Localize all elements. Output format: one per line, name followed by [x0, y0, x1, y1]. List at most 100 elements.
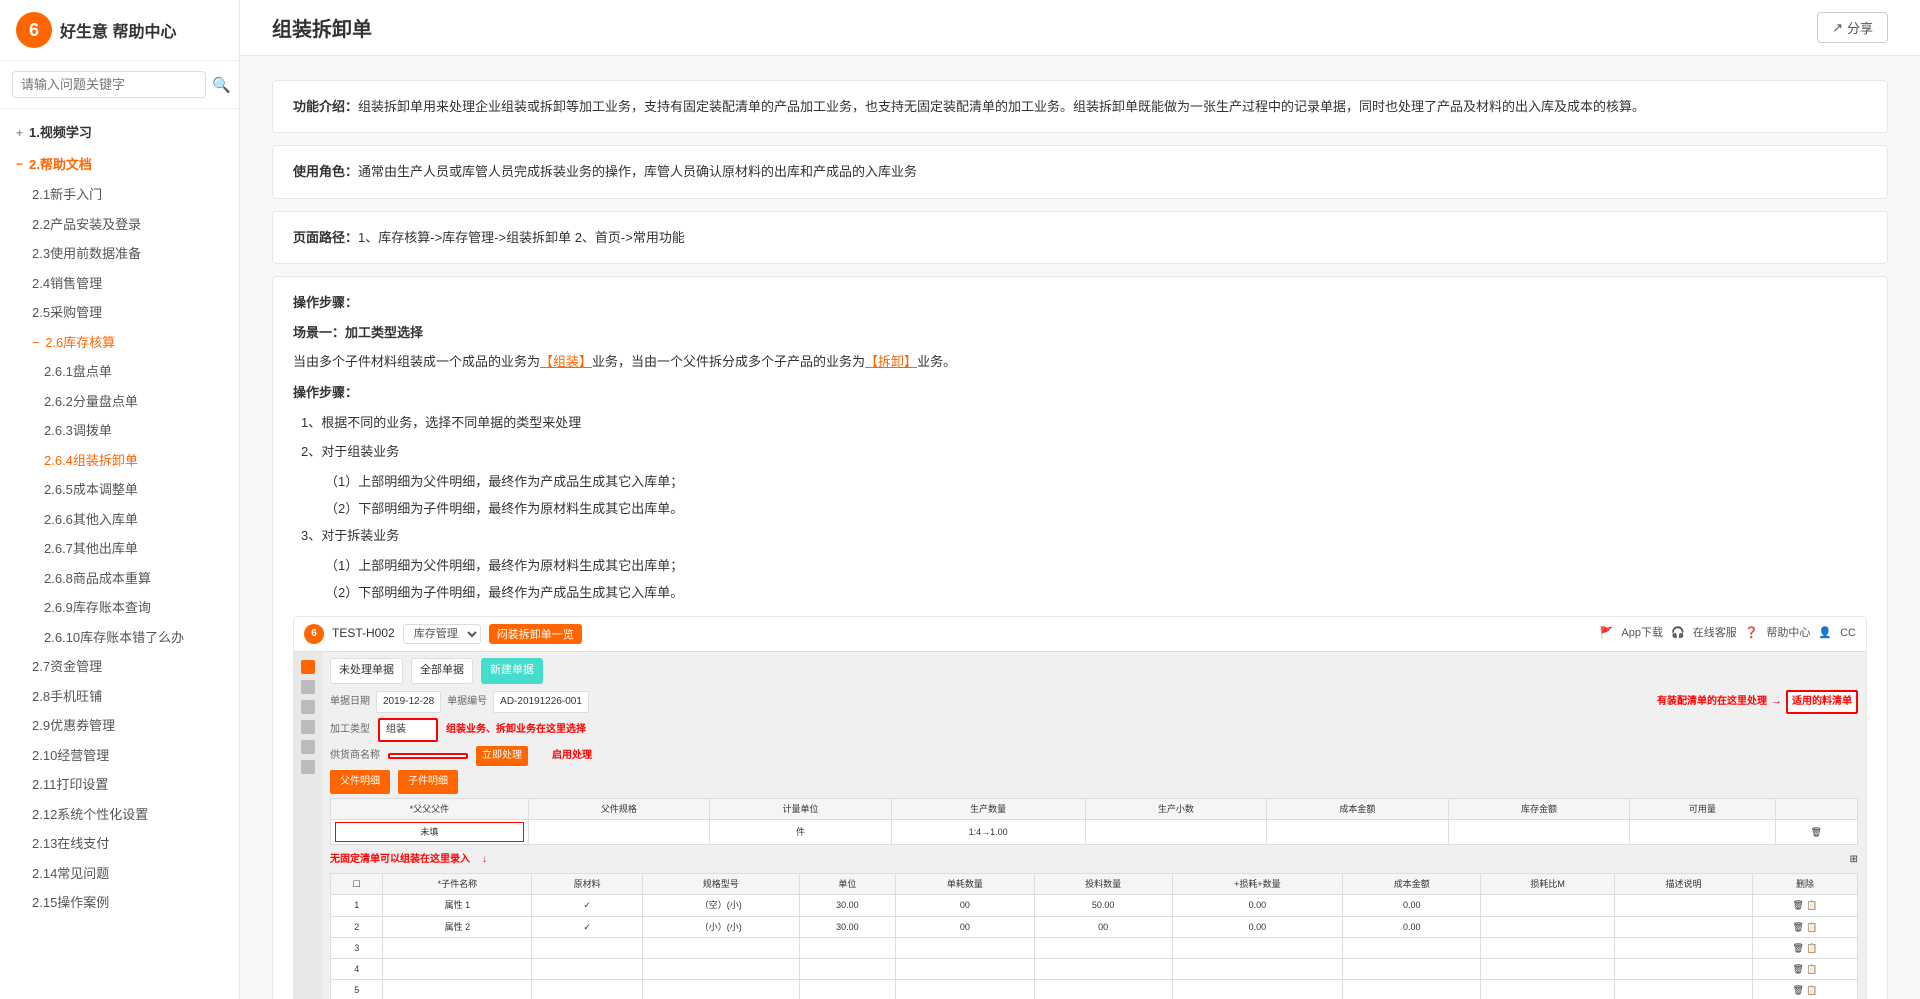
mock-date-label: 单据日期	[330, 693, 370, 711]
share-button[interactable]: ↗ 分享	[1817, 12, 1888, 43]
annotation1-arrow: →	[1771, 692, 1782, 712]
sidebar-item-inventory[interactable]: − 2.6库存核算	[0, 328, 239, 358]
mock-nav-icon-5[interactable]	[301, 740, 315, 754]
annotation2-text: 组装业务、拆卸业务在这里选择	[446, 721, 586, 739]
mock-bom-btn[interactable]: 适用的料清单	[1786, 690, 1858, 714]
mock-enable-btn[interactable]: 立即处理	[476, 746, 528, 766]
mock-header-icons: 🚩 App下载 🎧 在线客服 ❓ 帮助中心 👤 CC	[1600, 624, 1856, 644]
mock-td-spec	[528, 820, 710, 845]
mock-type-label: 加工类型	[330, 721, 370, 739]
annotation4-text: 无固定清单可以组装在这里录入	[330, 851, 470, 869]
mock-td-cost	[1267, 820, 1449, 845]
mock-td-qty[interactable]: 1:4→1.00	[891, 820, 1085, 845]
annotation1-text: 有装配清单的在这里处理	[1657, 693, 1767, 711]
role-text: 通常由生产人员或库管人员完成拆装业务的操作，库管人员确认原材料的出库和产成品的入…	[358, 164, 917, 179]
steps-block: 操作步骤： 场景一：加工类型选择 当由多个子件材料组装成一个成品的业务为【组装】…	[272, 276, 1888, 999]
mock-app-bar: 6 TEST-H002 库存管理 闷装拆卸单一览 🚩 App下载 🎧 在线客服 …	[294, 617, 1866, 652]
sidebar-item-capital[interactable]: 2.7资金管理	[0, 652, 239, 682]
mock-main-area: 未处理单据 全部单据 新建单据 单据日期 2019-12-28 单据编号	[294, 652, 1866, 999]
mock-td-name[interactable]: 未填	[331, 820, 529, 845]
plus-icon: +	[16, 124, 23, 142]
mock-no-val[interactable]: AD-20191226-001	[493, 691, 589, 713]
mock-supplier-val[interactable]	[388, 753, 468, 759]
mock-module-select[interactable]: 库存管理	[403, 624, 481, 644]
table-row: 5🗑 📋	[331, 980, 1858, 999]
sidebar-item-help[interactable]: − 2.帮助文档	[0, 149, 239, 181]
mock-nav-icon-6[interactable]	[301, 760, 315, 774]
mock-nav-icon-2[interactable]	[301, 680, 315, 694]
mock-help-icon: ❓	[1745, 624, 1759, 644]
step2: 2、对于组装业务	[301, 440, 1867, 463]
mock-th-7: 库存金额	[1448, 798, 1630, 819]
sidebar-item-video[interactable]: + 1.视频学习	[0, 117, 239, 149]
mock-flag-icon: 🚩	[1600, 624, 1614, 644]
sidebar-item-voucher[interactable]: 2.9优惠券管理	[0, 711, 239, 741]
mock-avatar: 👤	[1818, 624, 1832, 644]
mock-expand-icon[interactable]: ⊞	[1850, 851, 1858, 869]
mock-new-btn[interactable]: 闷装拆卸单一览	[489, 624, 582, 644]
mock-cth-9: 损耗比M	[1481, 874, 1615, 895]
mock-screenshot: 6 TEST-H002 库存管理 闷装拆卸单一览 🚩 App下载 🎧 在线客服 …	[294, 617, 1866, 999]
sidebar-item-mobile[interactable]: 2.8手机旺铺	[0, 682, 239, 712]
mock-tab-create[interactable]: 未处理单据	[330, 658, 403, 684]
minus-icon: −	[16, 155, 23, 173]
mock-nav-icon-3[interactable]	[301, 700, 315, 714]
mock-help-text: 帮助中心	[1766, 624, 1810, 644]
sidebar-item-online-pay[interactable]: 2.13在线支付	[0, 829, 239, 859]
step3-2: （2）下部明细为子件明细，最终作为产成品生成其它入库单。	[325, 581, 1867, 604]
mock-cth-4: 单位	[799, 874, 896, 895]
sidebar-item-install[interactable]: 2.2产品安装及登录	[0, 210, 239, 240]
sidebar-item-split-stocktake[interactable]: 2.6.2分量盘点单	[0, 387, 239, 417]
mock-nav-icon-4[interactable]	[301, 720, 315, 734]
mock-tab-all[interactable]: 全部单据	[411, 658, 473, 684]
sidebar-item-sales[interactable]: 2.4销售管理	[0, 269, 239, 299]
mock-logo: 6	[304, 624, 324, 644]
mock-cth-7: +损耗+数量	[1172, 874, 1342, 895]
mock-th-5: 生产小数	[1085, 798, 1267, 819]
mock-sidebar-icons	[294, 652, 322, 999]
mock-td-action[interactable]: 🗑	[1775, 820, 1857, 845]
sidebar-item-prepare[interactable]: 2.3使用前数据准备	[0, 239, 239, 269]
search-input[interactable]	[12, 71, 206, 98]
mock-child-table: ☐ *子件名称 原材料 规格型号 单位 单耗数量 投料数量 +损耗+数量 成本金	[330, 873, 1858, 999]
sidebar-item-cases[interactable]: 2.15操作案例	[0, 888, 239, 918]
sidebar-item-newbie[interactable]: 2.1新手入门	[0, 180, 239, 210]
mock-th-2: 父件规格	[528, 798, 710, 819]
mock-nav-icon-1[interactable]	[301, 660, 315, 674]
disassembly-link[interactable]: 【拆卸】	[865, 354, 917, 369]
search-bar: 🔍	[0, 61, 239, 109]
sidebar-item-personalize[interactable]: 2.12系统个性化设置	[0, 800, 239, 830]
mock-parent-table: *父父父件 父件规格 计量单位 生产数量 生产小数 成本金额 库存金额 可用量	[330, 798, 1858, 845]
logo-bar: 6 好生意 帮助中心	[0, 0, 239, 61]
sidebar-item-purchase[interactable]: 2.5采购管理	[0, 298, 239, 328]
mock-date-val[interactable]: 2019-12-28	[376, 691, 441, 713]
function-intro-label: 功能介绍：	[293, 99, 358, 114]
sidebar-item-cost-calc[interactable]: 2.6.8商品成本重算	[0, 564, 239, 594]
sidebar-item-cost-adjust[interactable]: 2.6.5成本调整单	[0, 475, 239, 505]
logo-icon: 6	[16, 12, 52, 48]
mock-tab-new[interactable]: 新建单据	[481, 658, 543, 684]
sidebar-item-stock-check[interactable]: 2.6.9库存账本查询	[0, 593, 239, 623]
table-row: 2 属性 2 ✓ （小）(小) 30.00 00 00 0.00 0.00	[331, 916, 1858, 937]
mock-type-select[interactable]: 组装	[378, 718, 438, 742]
step1: 1、根据不同的业务，选择不同单据的类型来处理	[301, 411, 1867, 434]
sidebar-item-operation[interactable]: 2.10经营管理	[0, 741, 239, 771]
search-icon[interactable]: 🔍	[212, 76, 231, 94]
sidebar-item-other-out[interactable]: 2.6.7其他出库单	[0, 534, 239, 564]
sidebar-item-adjust[interactable]: 2.6.3调拨单	[0, 416, 239, 446]
mock-app-id: TEST-H002	[332, 623, 395, 645]
sidebar-item-faq[interactable]: 2.14常见问题	[0, 859, 239, 889]
mock-section-sub[interactable]: 子件明细	[398, 770, 458, 794]
sidebar-item-print[interactable]: 2.11打印设置	[0, 770, 239, 800]
sidebar-item-other-in[interactable]: 2.6.6其他入库单	[0, 505, 239, 535]
assembly-link[interactable]: 【组装】	[540, 354, 592, 369]
sidebar-item-stock-error[interactable]: 2.6.10库存账本错了么办	[0, 623, 239, 653]
mock-th-4: 生产数量	[891, 798, 1085, 819]
mock-th-9	[1775, 798, 1857, 819]
sidebar-item-stocktake[interactable]: 2.6.1盘点单	[0, 357, 239, 387]
mock-cth-5: 单耗数量	[896, 874, 1034, 895]
sidebar-item-assembly[interactable]: 2.6.4组装拆卸单	[0, 446, 239, 476]
mock-section-assembly[interactable]: 父件明细	[330, 770, 390, 794]
function-intro-block: 功能介绍：组装拆卸单用来处理企业组装或拆卸等加工业务，支持有固定装配清单的产品加…	[272, 80, 1888, 133]
step2-2: （2）下部明细为子件明细，最终作为原材料生成其它出库单。	[325, 497, 1867, 520]
